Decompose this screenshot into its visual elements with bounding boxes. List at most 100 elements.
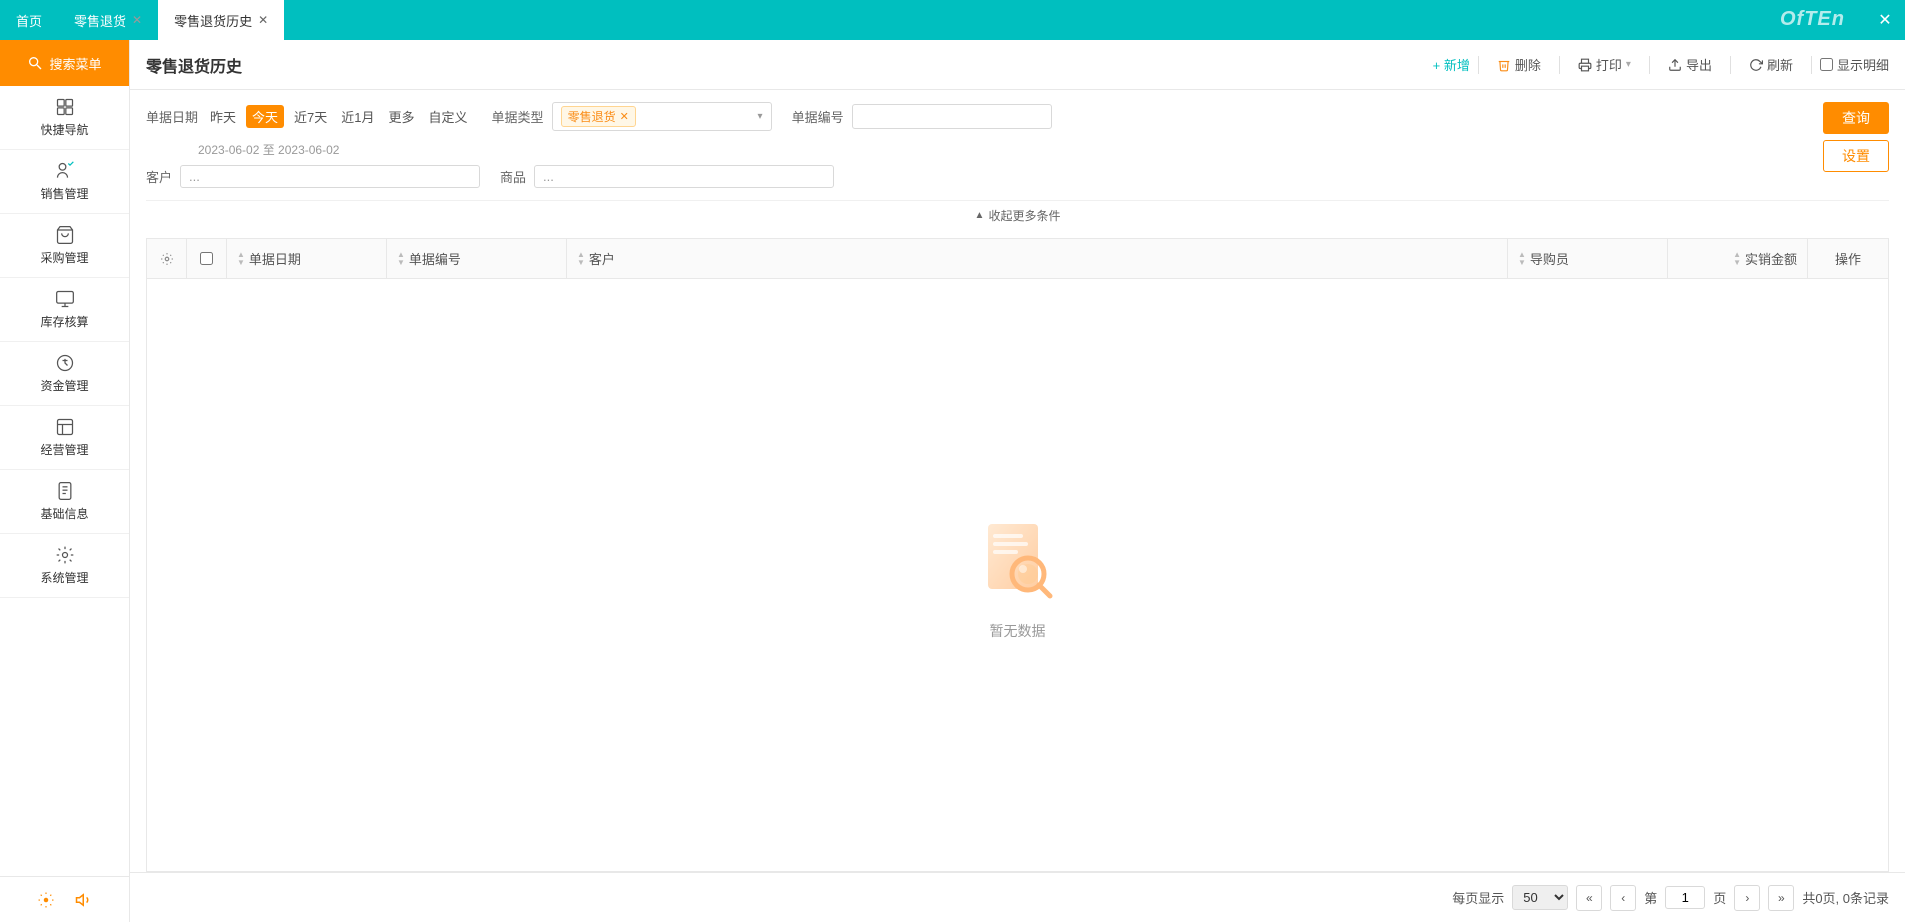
- window-close-button[interactable]: ✕: [1865, 0, 1905, 40]
- volume-icon[interactable]: [75, 891, 93, 909]
- purchase-icon: [55, 225, 75, 245]
- empty-text: 暂无数据: [990, 621, 1046, 641]
- operations-icon: [55, 417, 75, 437]
- query-button[interactable]: 查询: [1823, 102, 1889, 134]
- display-toggle-checkbox[interactable]: [1820, 58, 1833, 71]
- doc-no-label: 单据编号: [792, 107, 844, 126]
- date-options: 昨天 今天 近7天 近1月 更多 自定义: [206, 105, 472, 128]
- sidebar-item-inventory[interactable]: 库存核算: [0, 278, 129, 342]
- content-area: 零售退货历史 + 新增 删除 打印 ▾ 导出: [130, 40, 1905, 922]
- filter-date-item: 单据日期 昨天 今天 近7天 近1月 更多 自定义: [146, 105, 472, 128]
- close-icon[interactable]: ✕: [132, 13, 142, 27]
- close-icon[interactable]: ✕: [258, 13, 268, 27]
- customer-input[interactable]: ...: [180, 165, 480, 188]
- table-section: ▲▼ 单据日期 ▲▼ 单据编号 ▲▼ 客户 ▲▼ 导购员 ▲▼ 实销金额: [130, 230, 1905, 872]
- th-date: ▲▼ 单据日期: [227, 239, 387, 278]
- doc-type-tag-remove[interactable]: ✕: [620, 110, 629, 123]
- doc-type-dropdown-arrow[interactable]: ▾: [758, 111, 763, 122]
- customer-label: 客户: [146, 167, 172, 186]
- toolbar: + 新增 删除 打印 ▾ 导出: [1433, 50, 1889, 79]
- date-opt-1month[interactable]: 近1月: [337, 105, 378, 128]
- print-dropdown-icon[interactable]: ▾: [1626, 59, 1631, 70]
- sales-icon: [55, 161, 75, 181]
- th-action: 操作: [1808, 239, 1888, 278]
- th-order-no: ▲▼ 单据编号: [387, 239, 567, 278]
- th-amount: ▲▼ 实销金额: [1668, 239, 1808, 278]
- sidebar-item-operations[interactable]: 经营管理: [0, 406, 129, 470]
- empty-illustration: [968, 509, 1068, 609]
- filter-customer-item: 客户 ...: [146, 165, 480, 188]
- divider: [1811, 56, 1812, 74]
- goods-input[interactable]: ...: [534, 165, 834, 188]
- sort-arrows-amount[interactable]: ▲▼: [1733, 251, 1741, 267]
- sort-arrows-date[interactable]: ▲▼: [237, 251, 245, 267]
- sidebar-item-quick-nav[interactable]: 快捷导航: [0, 86, 129, 150]
- th-checkbox[interactable]: [187, 239, 227, 278]
- doc-no-input[interactable]: [852, 104, 1052, 129]
- nav-icon: [55, 97, 75, 117]
- export-icon: [1668, 58, 1682, 72]
- sort-arrows-guide[interactable]: ▲▼: [1518, 251, 1526, 267]
- per-page-select[interactable]: 50 10 20 100: [1512, 885, 1568, 910]
- sidebar-item-system[interactable]: 系统管理: [0, 534, 129, 598]
- next-page-button[interactable]: ›: [1734, 885, 1760, 911]
- tab-retail-return[interactable]: 零售退货 ✕: [58, 0, 158, 40]
- prev-page-button[interactable]: ‹: [1610, 885, 1636, 911]
- current-page-input[interactable]: [1665, 886, 1705, 909]
- date-opt-7days[interactable]: 近7天: [290, 105, 331, 128]
- tab-home[interactable]: 首页: [0, 0, 58, 40]
- per-page-label: 每页显示: [1452, 888, 1504, 907]
- new-button[interactable]: + 新增: [1433, 55, 1470, 74]
- last-page-button[interactable]: »: [1768, 885, 1794, 911]
- filter-section: 单据日期 昨天 今天 近7天 近1月 更多 自定义 单据类型: [130, 90, 1905, 230]
- tab-bar: 首页 零售退货 ✕ 零售退货历史 ✕: [0, 0, 1865, 40]
- display-toggle[interactable]: 显示明细: [1820, 55, 1889, 74]
- sidebar-item-purchase-mgmt[interactable]: 采购管理: [0, 214, 129, 278]
- pagination: 每页显示 50 10 20 100 « ‹ 第 页 › » 共0页, 0条记录: [130, 872, 1905, 922]
- divider: [1559, 56, 1560, 74]
- sidebar-bottom: [0, 876, 129, 922]
- page-title: 零售退货历史: [146, 53, 242, 77]
- goods-label: 商品: [500, 167, 526, 186]
- tab-retail-return-history[interactable]: 零售退货历史 ✕: [158, 0, 284, 40]
- select-all-checkbox[interactable]: [200, 252, 213, 265]
- empty-state: 暂无数据: [146, 278, 1889, 872]
- divider: [1730, 56, 1731, 74]
- date-opt-more[interactable]: 更多: [385, 105, 419, 128]
- table-settings-icon[interactable]: [160, 252, 174, 266]
- sidebar-item-basic-info[interactable]: 基础信息: [0, 470, 129, 534]
- divider: [1478, 56, 1479, 74]
- inventory-icon: [55, 289, 75, 309]
- doc-type-label: 单据类型: [492, 107, 544, 126]
- top-bar: 首页 零售退货 ✕ 零售退货历史 ✕ OfTEn ✕: [0, 0, 1905, 40]
- page-header: 零售退货历史 + 新增 删除 打印 ▾ 导出: [130, 40, 1905, 90]
- doc-type-input[interactable]: 零售退货 ✕ ▾: [552, 102, 772, 131]
- settings-button[interactable]: 设置: [1823, 140, 1889, 172]
- customer-placeholder: ...: [189, 169, 200, 184]
- filter-row-2: 客户 ... 商品 ...: [146, 165, 1799, 188]
- refresh-button[interactable]: 刷新: [1739, 50, 1803, 79]
- sidebar-item-sales-mgmt[interactable]: 销售管理: [0, 150, 129, 214]
- filter-doc-no-item: 单据编号: [792, 104, 1052, 129]
- sidebar-item-finance[interactable]: 资金管理: [0, 342, 129, 406]
- date-opt-yesterday[interactable]: 昨天: [206, 105, 240, 128]
- sidebar-search[interactable]: 搜索菜单: [0, 40, 129, 86]
- delete-icon: [1497, 58, 1511, 72]
- main-layout: 搜索菜单 快捷导航 销售管理 采购管理 库存核算 资金管理 经营管理 基础信息: [0, 40, 1905, 922]
- collapse-bar[interactable]: ▲ 收起更多条件: [146, 200, 1889, 230]
- first-page-button[interactable]: «: [1576, 885, 1602, 911]
- query-settings-group: 查询 设置: [1823, 102, 1889, 172]
- th-settings[interactable]: [147, 239, 187, 278]
- date-range-text: 2023-06-02 至 2023-06-02: [198, 143, 339, 157]
- page-label-post: 页: [1713, 888, 1726, 907]
- print-button[interactable]: 打印 ▾: [1568, 50, 1641, 79]
- refresh-icon: [1749, 58, 1763, 72]
- sort-arrows-customer[interactable]: ▲▼: [577, 251, 585, 267]
- export-button[interactable]: 导出: [1658, 50, 1722, 79]
- sort-arrows-orderno[interactable]: ▲▼: [397, 251, 405, 267]
- date-opt-today[interactable]: 今天: [246, 105, 284, 128]
- delete-button[interactable]: 删除: [1487, 50, 1551, 79]
- page-label-pre: 第: [1644, 888, 1657, 907]
- settings-gear-icon[interactable]: [37, 891, 55, 909]
- date-opt-custom[interactable]: 自定义: [425, 105, 472, 128]
